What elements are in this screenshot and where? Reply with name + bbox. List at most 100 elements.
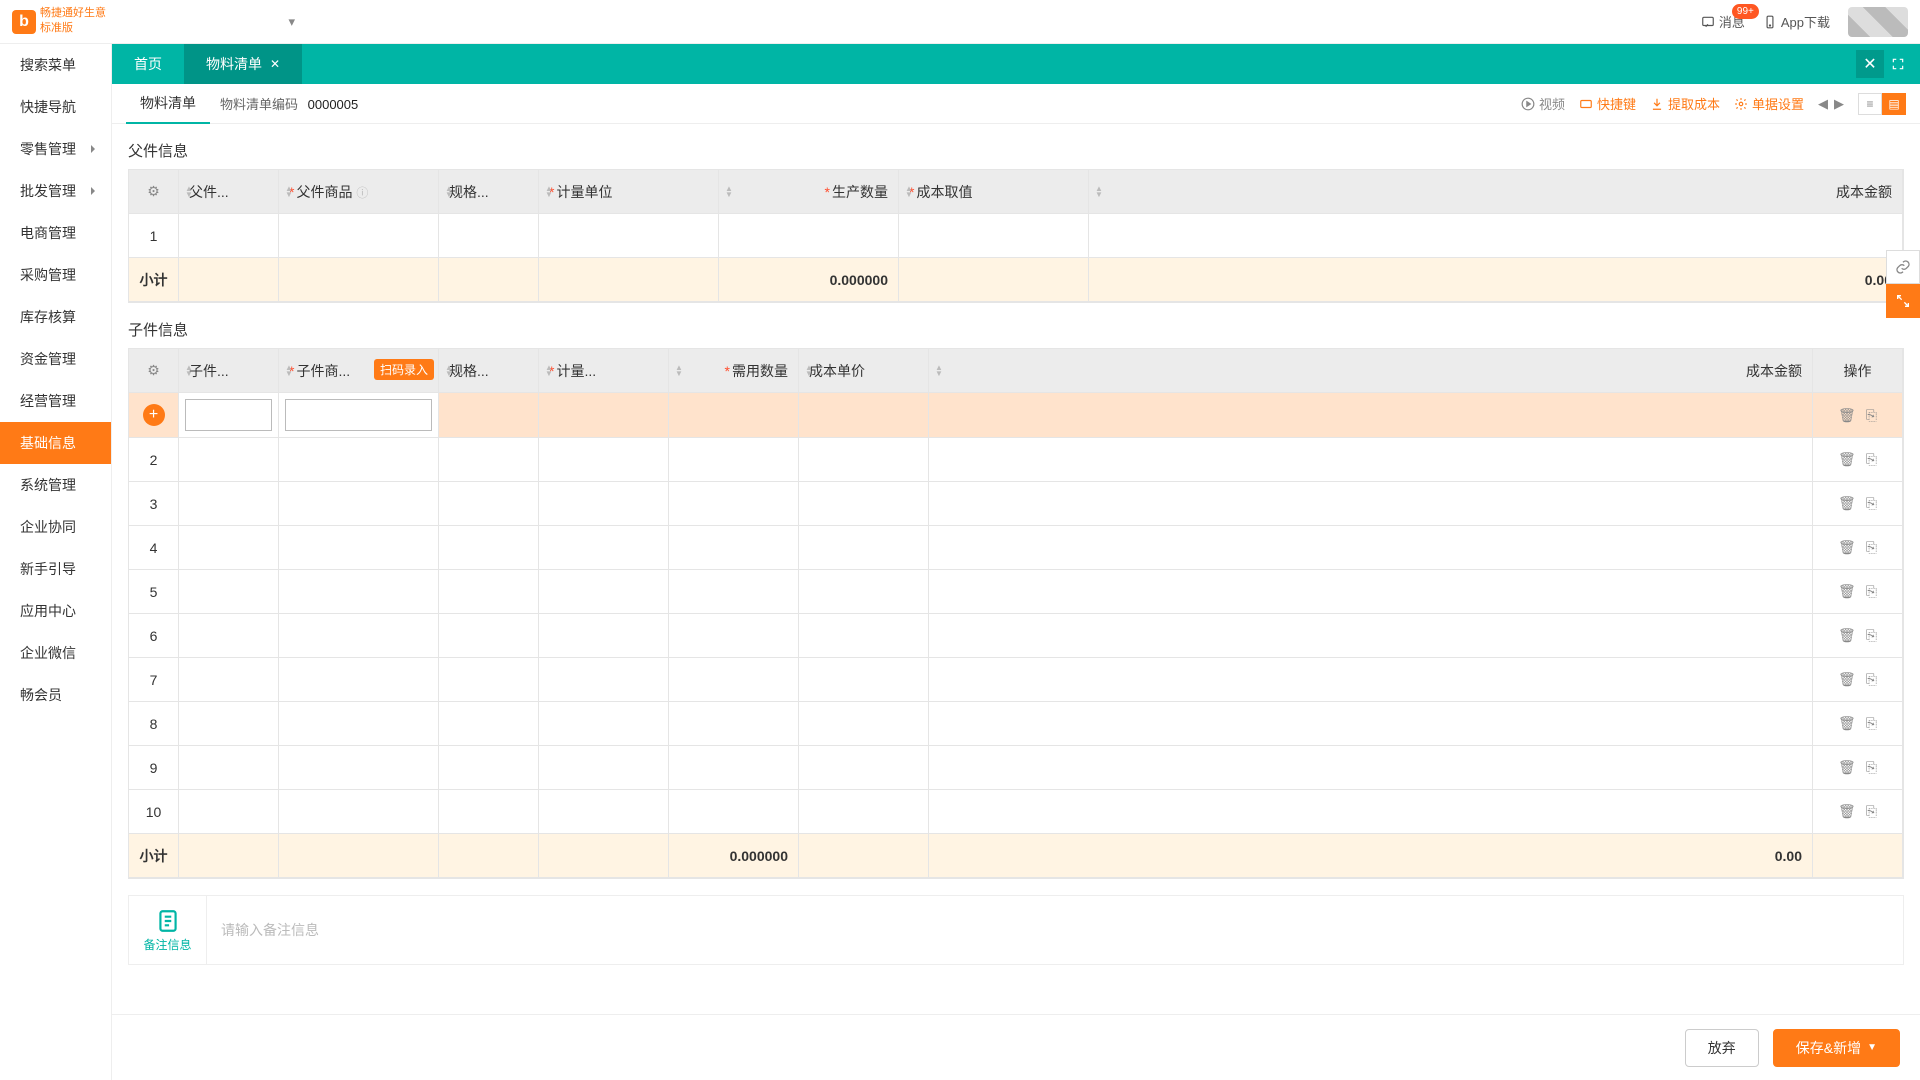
copy-row-icon[interactable]: ⎘ bbox=[1866, 407, 1877, 424]
copy-row-icon[interactable]: ⎘ bbox=[1866, 715, 1877, 732]
delete-row-icon[interactable]: 🗑 bbox=[1838, 715, 1856, 732]
child-cell[interactable] bbox=[799, 746, 929, 790]
child-cell[interactable] bbox=[799, 393, 929, 438]
child-cell[interactable] bbox=[929, 702, 1813, 746]
parent-col-unit[interactable]: ▲▼计量单位 bbox=[539, 170, 719, 214]
save-button[interactable]: 保存&新增▼ bbox=[1773, 1029, 1900, 1067]
sidebar-item[interactable]: 电商管理 bbox=[0, 212, 111, 254]
child-cell[interactable] bbox=[799, 614, 929, 658]
child-cell[interactable] bbox=[439, 526, 539, 570]
child-cell[interactable] bbox=[669, 570, 799, 614]
child-cell[interactable] bbox=[539, 790, 669, 834]
copy-row-icon[interactable]: ⎘ bbox=[1866, 583, 1877, 600]
child-cell[interactable] bbox=[539, 702, 669, 746]
child-cell[interactable] bbox=[279, 702, 439, 746]
child-cell[interactable] bbox=[279, 393, 439, 438]
child-cell[interactable] bbox=[179, 526, 279, 570]
child-cell[interactable] bbox=[799, 658, 929, 702]
child-cell[interactable] bbox=[669, 614, 799, 658]
child-cell[interactable] bbox=[179, 702, 279, 746]
sidebar-item[interactable]: 库存核算 bbox=[0, 296, 111, 338]
tab-close-icon[interactable]: ✕ bbox=[270, 57, 280, 71]
child-cell[interactable] bbox=[929, 746, 1813, 790]
child-cell[interactable] bbox=[279, 790, 439, 834]
child-cell[interactable] bbox=[539, 438, 669, 482]
sidebar-item[interactable]: 搜索菜单 bbox=[0, 44, 111, 86]
child-cell[interactable] bbox=[799, 438, 929, 482]
help-icon[interactable]: ⓘ bbox=[356, 186, 368, 200]
tab-home[interactable]: 首页 bbox=[112, 44, 184, 84]
child-cell[interactable] bbox=[279, 482, 439, 526]
delete-row-icon[interactable]: 🗑 bbox=[1838, 759, 1856, 776]
child-cell[interactable] bbox=[929, 438, 1813, 482]
child-cell[interactable] bbox=[799, 790, 929, 834]
parent-row[interactable]: 1 bbox=[129, 214, 1903, 258]
tool-settings[interactable]: 单据设置 bbox=[1734, 94, 1804, 113]
org-selector[interactable]: ▾ bbox=[116, 8, 306, 36]
tool-cost[interactable]: 提取成本 bbox=[1650, 94, 1720, 113]
view-form-button[interactable]: ▤ bbox=[1882, 93, 1906, 115]
scan-badge[interactable]: 扫码录入 bbox=[374, 359, 434, 380]
child-cell[interactable] bbox=[179, 746, 279, 790]
child-col-unit[interactable]: ▲▼计量... bbox=[539, 349, 669, 393]
tab-bom[interactable]: 物料清单 ✕ bbox=[184, 44, 302, 84]
parent-cell-costsrc[interactable] bbox=[899, 214, 1089, 258]
copy-row-icon[interactable]: ⎘ bbox=[1866, 627, 1877, 644]
parent-col-qty[interactable]: ▲▼生产数量 bbox=[719, 170, 899, 214]
child-cell[interactable] bbox=[539, 482, 669, 526]
child-row[interactable]: + 🗑 ⎘ bbox=[129, 393, 1903, 438]
child-cell[interactable] bbox=[539, 393, 669, 438]
child-cell[interactable] bbox=[929, 614, 1813, 658]
parent-col-product[interactable]: ▲▼父件商品 ⓘ bbox=[279, 170, 439, 214]
fullscreen-button[interactable] bbox=[1884, 50, 1912, 78]
sidebar-item[interactable]: 新手引导 bbox=[0, 548, 111, 590]
child-col-amount[interactable]: ▲▼成本金额 bbox=[929, 349, 1813, 393]
child-col-qty[interactable]: ▲▼需用数量 bbox=[669, 349, 799, 393]
child-cell[interactable] bbox=[929, 570, 1813, 614]
child-cell[interactable] bbox=[439, 570, 539, 614]
child-cell[interactable] bbox=[279, 570, 439, 614]
child-col-spec[interactable]: ▲▼规格... bbox=[439, 349, 539, 393]
remark-input[interactable]: 请输入备注信息 bbox=[207, 920, 1903, 940]
child-row[interactable]: 2🗑⎘ bbox=[129, 438, 1903, 482]
delete-row-icon[interactable]: 🗑 bbox=[1838, 407, 1856, 424]
parent-col-gear[interactable]: ⚙ bbox=[129, 170, 179, 214]
child-cell[interactable] bbox=[439, 746, 539, 790]
tabstrip-close-button[interactable]: ✕ bbox=[1856, 50, 1884, 78]
sidebar-item[interactable]: 畅会员 bbox=[0, 674, 111, 716]
copy-row-icon[interactable]: ⎘ bbox=[1866, 759, 1877, 776]
cancel-button[interactable]: 放弃 bbox=[1685, 1029, 1759, 1067]
child-cell[interactable] bbox=[179, 482, 279, 526]
child-cell[interactable] bbox=[439, 790, 539, 834]
view-list-button[interactable]: ≡ bbox=[1858, 93, 1882, 115]
sidebar-item[interactable]: 企业微信 bbox=[0, 632, 111, 674]
child-cell[interactable] bbox=[279, 526, 439, 570]
delete-row-icon[interactable]: 🗑 bbox=[1838, 671, 1856, 688]
pager-next[interactable]: ▶ bbox=[1834, 96, 1844, 112]
tool-hotkey[interactable]: 快捷键 bbox=[1579, 94, 1636, 113]
child-cell[interactable] bbox=[669, 482, 799, 526]
child-cell[interactable] bbox=[179, 438, 279, 482]
parent-cell-spec[interactable] bbox=[439, 214, 539, 258]
parent-col-code[interactable]: ▲▼父件... bbox=[179, 170, 279, 214]
child-cell[interactable] bbox=[179, 658, 279, 702]
copy-row-icon[interactable]: ⎘ bbox=[1866, 451, 1877, 468]
parent-cell-code[interactable] bbox=[179, 214, 279, 258]
sidebar-item[interactable]: 采购管理 bbox=[0, 254, 111, 296]
parent-col-spec[interactable]: ▲▼规格... bbox=[439, 170, 539, 214]
copy-row-icon[interactable]: ⎘ bbox=[1866, 803, 1877, 820]
child-cell[interactable] bbox=[929, 658, 1813, 702]
child-cell[interactable] bbox=[929, 526, 1813, 570]
child-cell[interactable] bbox=[539, 570, 669, 614]
parent-col-amount[interactable]: ▲▼成本金额 bbox=[1089, 170, 1903, 214]
copy-row-icon[interactable]: ⎘ bbox=[1866, 671, 1877, 688]
add-row-button[interactable]: + bbox=[143, 404, 165, 426]
child-cell[interactable] bbox=[279, 746, 439, 790]
child-row[interactable]: 7🗑⎘ bbox=[129, 658, 1903, 702]
child-cell[interactable] bbox=[799, 482, 929, 526]
child-cell[interactable] bbox=[179, 790, 279, 834]
sheet-tab-bom[interactable]: 物料清单 bbox=[126, 84, 210, 124]
child-cell[interactable] bbox=[669, 393, 799, 438]
child-row[interactable]: 9🗑⎘ bbox=[129, 746, 1903, 790]
sidebar-item[interactable]: 零售管理 bbox=[0, 128, 111, 170]
